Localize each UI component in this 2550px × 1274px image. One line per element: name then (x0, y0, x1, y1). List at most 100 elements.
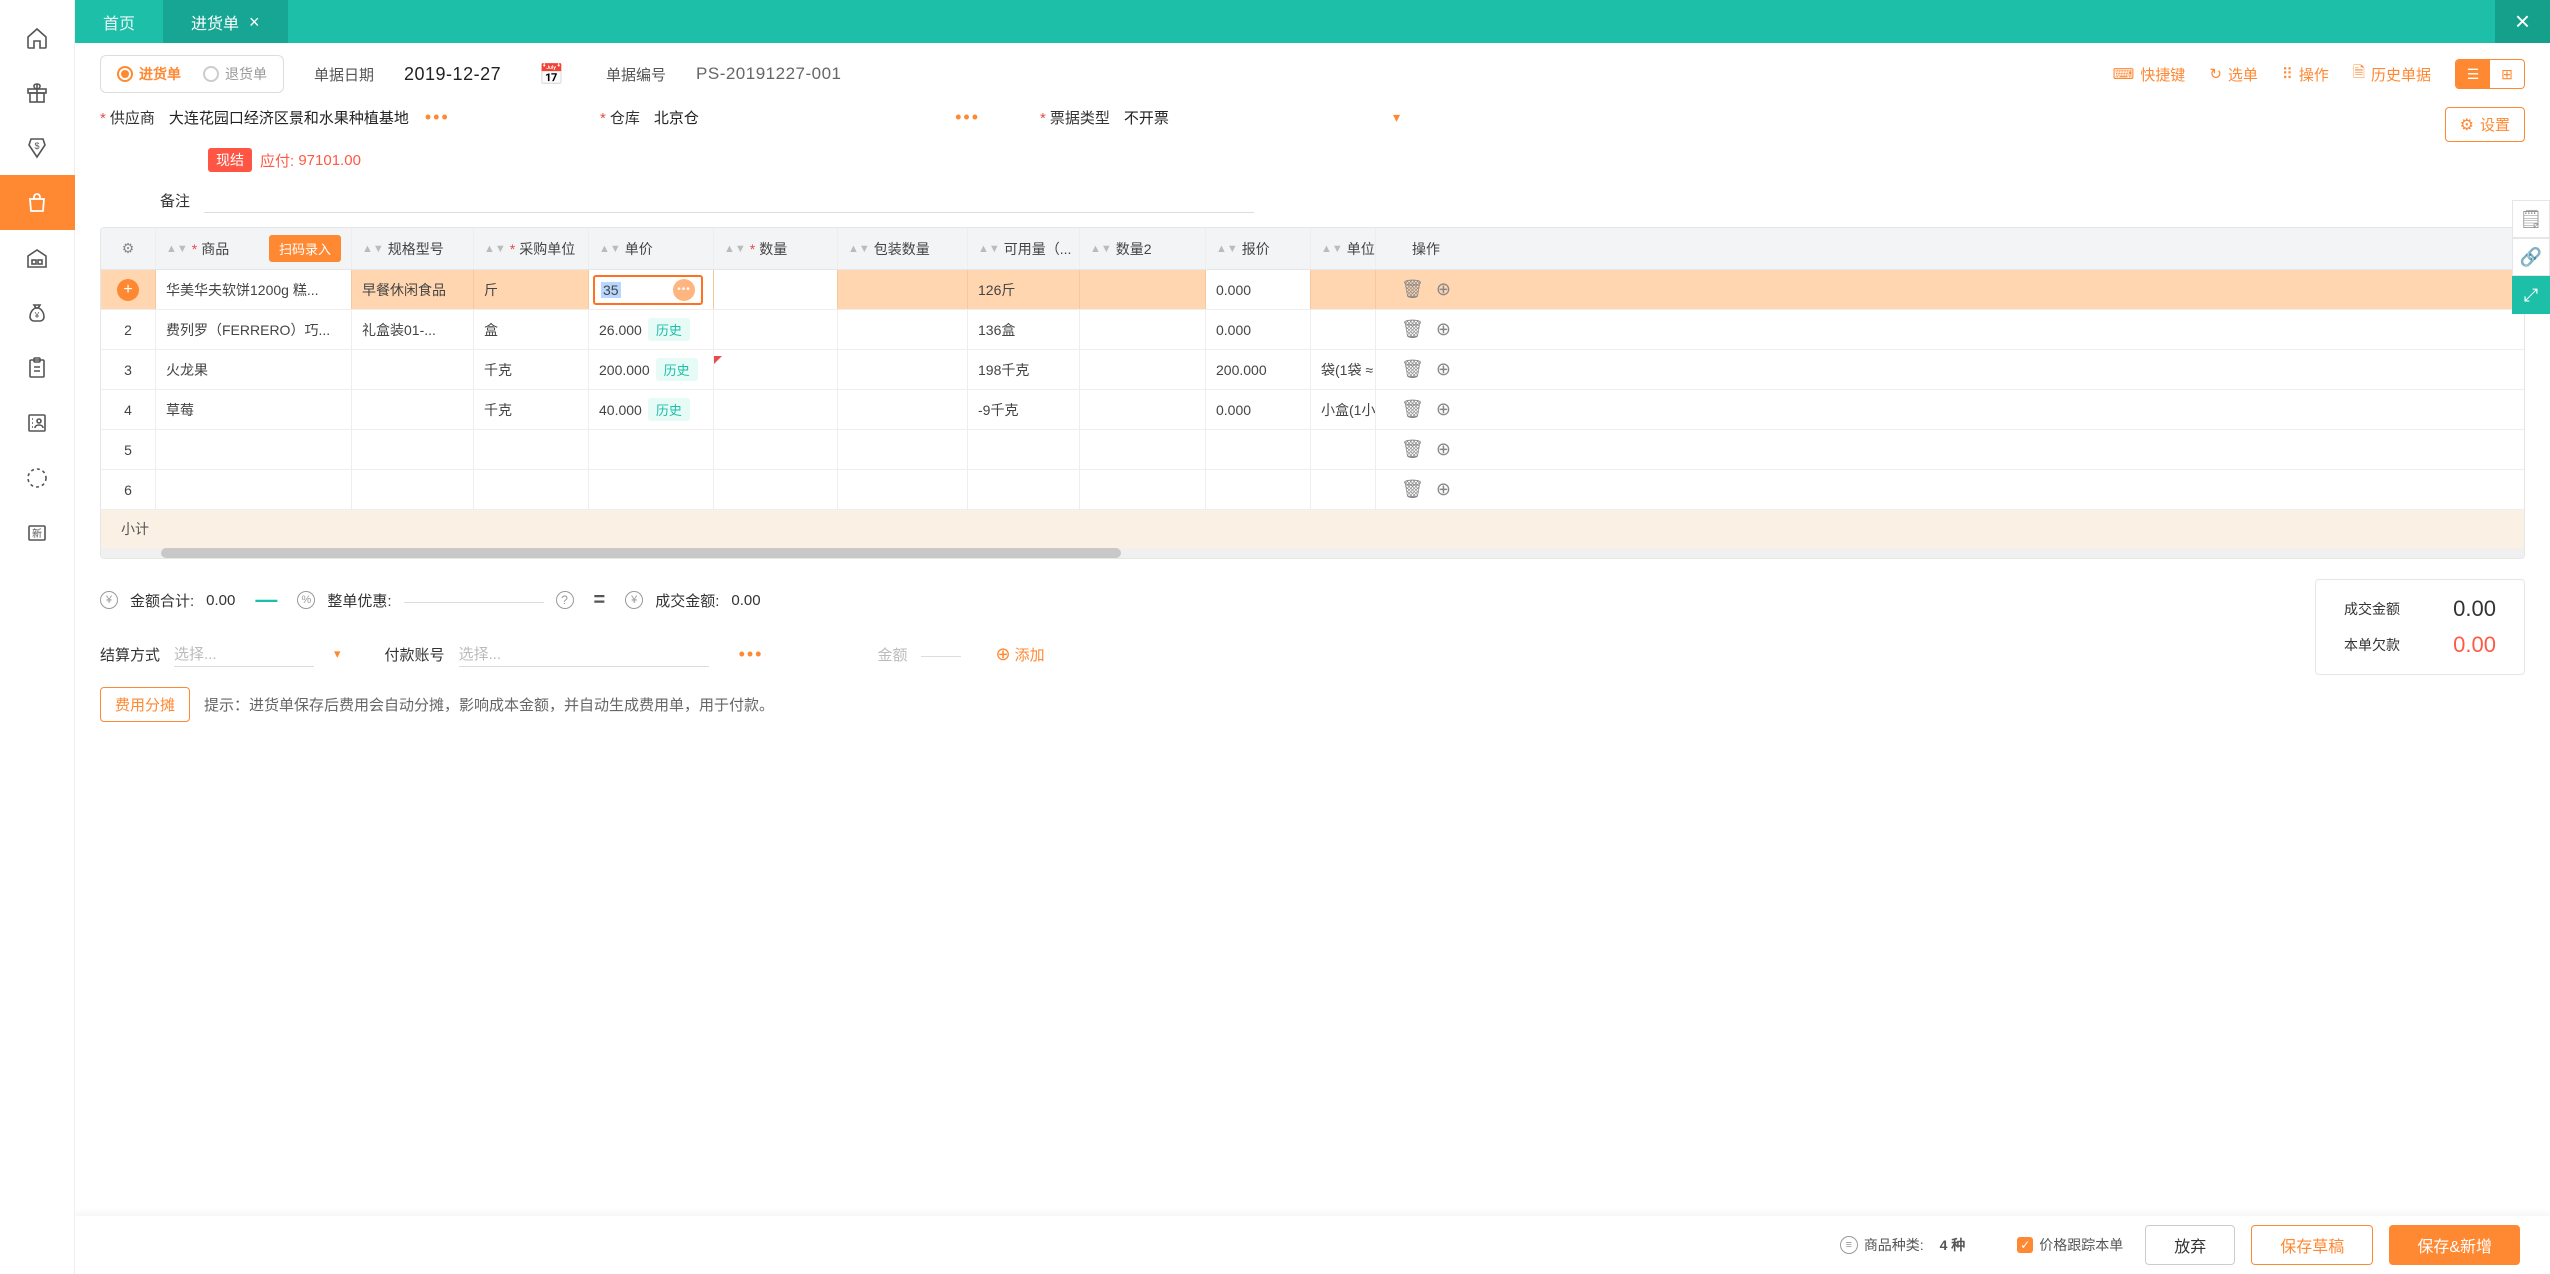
cell-unit2[interactable] (1311, 270, 1376, 309)
cell-qty2[interactable] (1080, 270, 1206, 309)
account-more-icon[interactable]: ••• (739, 644, 764, 665)
col-pkg[interactable]: ▲▼包装数量 (838, 228, 968, 269)
cell-spec[interactable] (352, 390, 474, 429)
copy-icon[interactable]: ⊕ (1436, 359, 1451, 380)
copy-icon[interactable]: ⊕ (1436, 439, 1451, 460)
cell-quote[interactable]: 0.000 (1206, 390, 1311, 429)
cell-price[interactable]: 26.000历史 (589, 310, 714, 349)
cell-qty[interactable] (714, 310, 838, 349)
cell-product[interactable]: 华美华夫软饼1200g 糕... (156, 270, 352, 309)
ops-link[interactable]: ⠿操作 (2282, 64, 2329, 85)
price-input[interactable]: 35••• (593, 275, 703, 305)
cell-spec[interactable]: 早餐休闲食品 (352, 270, 474, 309)
select-order-link[interactable]: ↻选单 (2209, 64, 2258, 85)
delete-icon[interactable]: 🗑 (1401, 279, 1424, 300)
delete-icon[interactable]: 🗑 (1401, 479, 1424, 500)
delete-icon[interactable]: 🗑 (1401, 439, 1424, 460)
view-grid-icon[interactable]: ⊞ (2490, 60, 2524, 88)
close-icon[interactable]: × (249, 13, 260, 31)
tab-purchase[interactable]: 进货单× (163, 0, 288, 43)
date-value[interactable]: 2019-12-27 (404, 64, 501, 85)
cell-product[interactable] (156, 470, 352, 509)
cell-price[interactable]: 35••• (589, 270, 714, 309)
cell-quote[interactable]: 200.000 (1206, 350, 1311, 389)
cell-product[interactable]: 草莓 (156, 390, 352, 429)
col-product[interactable]: ▲▼*商品扫码录入 (156, 228, 352, 269)
close-app-icon[interactable]: × (2495, 0, 2550, 43)
cell-pkg[interactable] (838, 350, 968, 389)
cell-qty[interactable] (714, 350, 838, 389)
gear-col[interactable]: ⚙ (101, 228, 156, 269)
track-checkbox[interactable]: ✓价格跟踪本单 (2017, 1235, 2123, 1255)
home-icon[interactable] (0, 10, 75, 65)
expand-icon[interactable]: ⤢ (2512, 276, 2550, 314)
col-unit2[interactable]: ▲▼单位2 (1311, 228, 1376, 269)
billtype-value[interactable]: 不开票 (1124, 107, 1169, 128)
chevron-down-icon[interactable]: ▾ (1393, 109, 1400, 126)
note-icon[interactable]: 🗒 (2512, 200, 2550, 238)
cell-product[interactable]: 火龙果 (156, 350, 352, 389)
copy-icon[interactable]: ⊕ (1436, 479, 1451, 500)
help-icon[interactable]: ? (556, 591, 574, 609)
history-tag[interactable]: 历史 (656, 358, 698, 381)
add-payment-link[interactable]: ⊕添加 (995, 644, 1044, 665)
copy-icon[interactable]: ⊕ (1436, 279, 1451, 300)
clipboard-icon[interactable] (0, 340, 75, 395)
col-price[interactable]: ▲▼单价 (589, 228, 714, 269)
cell-pkg[interactable] (838, 310, 968, 349)
add-row-icon[interactable]: + (117, 279, 139, 301)
bag-icon[interactable] (0, 175, 75, 230)
warehouse-value[interactable]: 北京仓 (654, 107, 699, 128)
money-bag-icon[interactable]: ¥ (0, 285, 75, 340)
cell-qty[interactable] (714, 390, 838, 429)
cell-qty2[interactable] (1080, 390, 1206, 429)
col-qty[interactable]: ▲▼*数量 (714, 228, 838, 269)
contacts-icon[interactable] (0, 395, 75, 450)
amount-input[interactable] (921, 652, 961, 657)
account-select[interactable]: 选择... (459, 641, 709, 667)
history-link[interactable]: 🗎历史单据 (2353, 62, 2431, 87)
supplier-value[interactable]: 大连花园口经济区景和水果种植基地 (169, 107, 409, 128)
table-row[interactable]: 5 🗑⊕ (101, 430, 2524, 470)
cell-product[interactable]: 费列罗（FERRERO）巧... (156, 310, 352, 349)
warehouse-icon[interactable] (0, 230, 75, 285)
cell-product[interactable] (156, 430, 352, 469)
shortcut-link[interactable]: ⌨快捷键 (2113, 64, 2186, 85)
col-spec[interactable]: ▲▼规格型号 (352, 228, 474, 269)
method-select[interactable]: 选择... (174, 641, 314, 667)
view-list-icon[interactable]: ☰ (2456, 60, 2490, 88)
cell-pkg[interactable] (838, 390, 968, 429)
cell-spec[interactable]: 礼盒装01-... (352, 310, 474, 349)
cell-unit[interactable]: 千克 (474, 390, 589, 429)
tab-home[interactable]: 首页 (75, 0, 163, 43)
fee-allocate-button[interactable]: 费用分摊 (100, 687, 190, 722)
cell-quote[interactable]: 0.000 (1206, 270, 1311, 309)
cell-unit2[interactable]: 小盒(1小 (1311, 390, 1376, 429)
table-row[interactable]: 3 火龙果 千克 200.000历史 198千克 200.000 袋(1袋 ≈ … (101, 350, 2524, 390)
cell-price[interactable]: 40.000历史 (589, 390, 714, 429)
col-unit[interactable]: ▲▼*采购单位 (474, 228, 589, 269)
discount-input[interactable] (404, 598, 544, 603)
table-row[interactable]: 2 费列罗（FERRERO）巧... 礼盒装01-... 盒 26.000历史 … (101, 310, 2524, 350)
link-icon[interactable]: 🔗 (2512, 238, 2550, 276)
cell-unit2[interactable]: 袋(1袋 ≈ (1311, 350, 1376, 389)
sync-icon[interactable] (0, 450, 75, 505)
warehouse-more-icon[interactable]: ••• (955, 107, 980, 128)
table-row[interactable]: 6 🗑⊕ (101, 470, 2524, 510)
history-tag[interactable]: 历史 (648, 398, 690, 421)
cell-qty2[interactable] (1080, 350, 1206, 389)
settings-button[interactable]: ⚙设置 (2445, 107, 2525, 142)
horizontal-scrollbar[interactable] (101, 548, 2524, 558)
scan-button[interactable]: 扫码录入 (269, 235, 341, 262)
cell-unit[interactable]: 千克 (474, 350, 589, 389)
calendar-icon[interactable]: 📅 (539, 62, 564, 87)
cell-unit2[interactable] (1311, 310, 1376, 349)
col-avail[interactable]: ▲▼可用量（... (968, 228, 1080, 269)
history-tag[interactable]: 历史 (648, 318, 690, 341)
table-row[interactable]: 4 草莓 千克 40.000历史 -9千克 0.000 小盒(1小 🗑⊕ (101, 390, 2524, 430)
cell-spec[interactable] (352, 350, 474, 389)
save-new-button[interactable]: 保存&新增 (2389, 1225, 2520, 1265)
save-draft-button[interactable]: 保存草稿 (2251, 1225, 2373, 1265)
cell-unit[interactable]: 盒 (474, 310, 589, 349)
cell-unit[interactable]: 斤 (474, 270, 589, 309)
